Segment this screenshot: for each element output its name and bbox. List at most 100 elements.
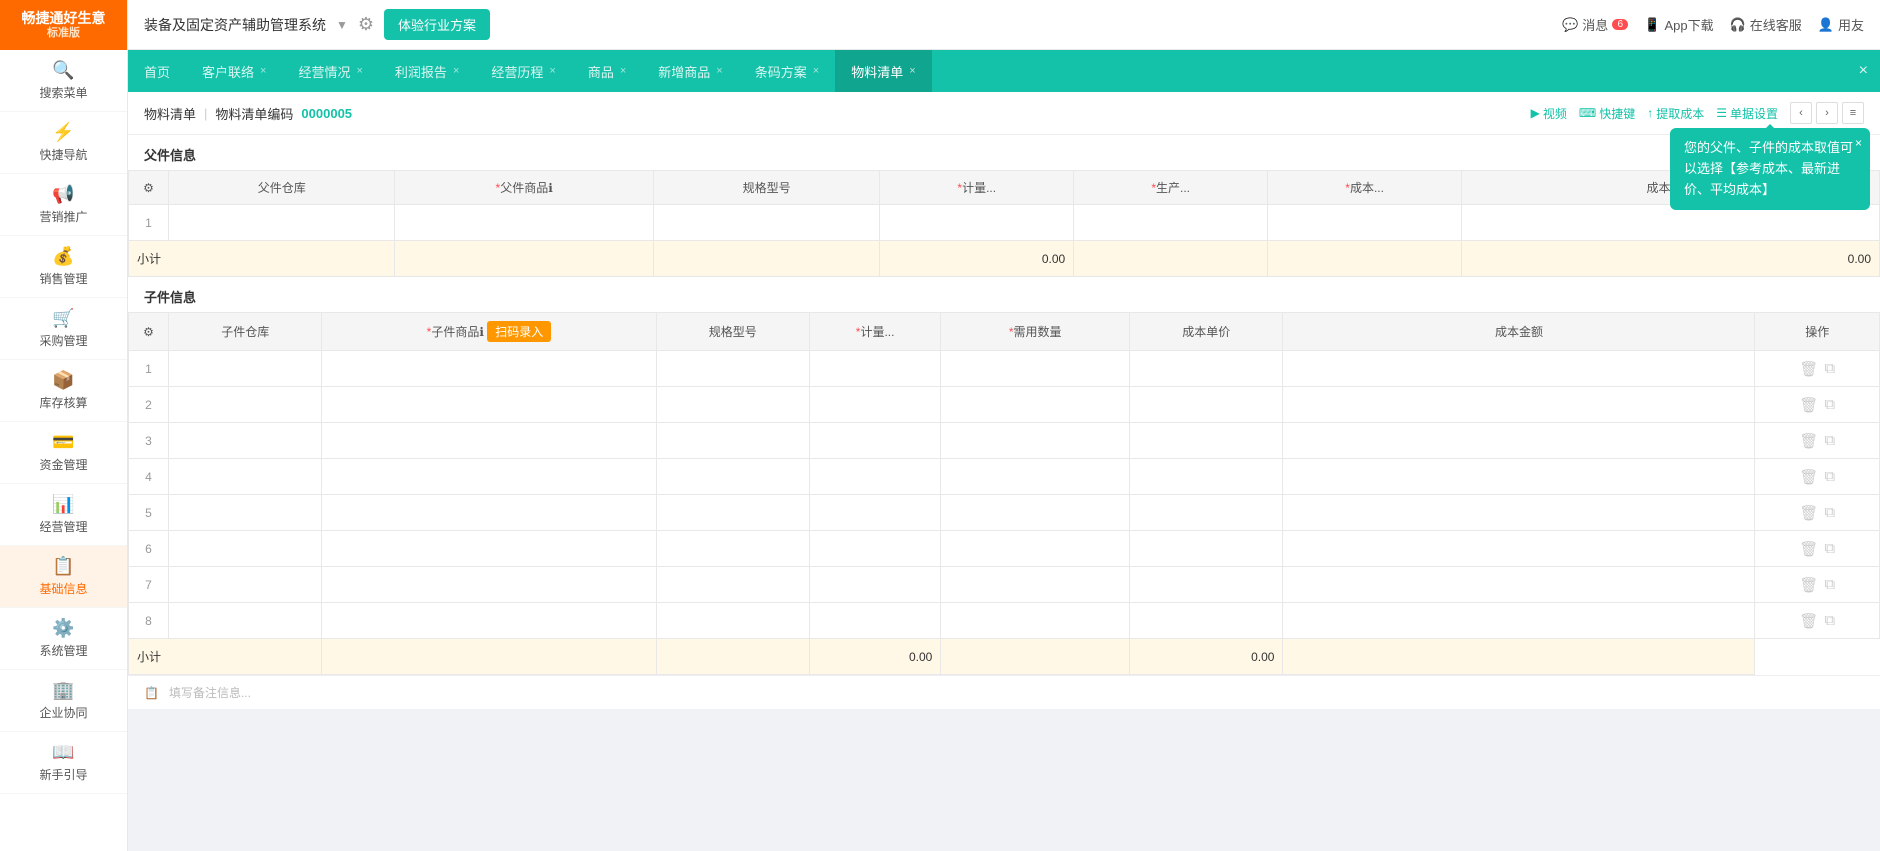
copy-icon[interactable]: ⧉ xyxy=(1824,612,1835,629)
copy-icon[interactable]: ⧉ xyxy=(1824,576,1835,593)
child-qty-cell[interactable] xyxy=(941,603,1130,639)
close-icon[interactable]: × xyxy=(260,65,266,77)
scan-button[interactable]: 扫码录入 xyxy=(487,321,551,342)
child-goods-cell[interactable] xyxy=(322,531,656,567)
child-spec-cell[interactable] xyxy=(656,495,809,531)
nav-prev-button[interactable]: ‹ xyxy=(1790,102,1812,124)
child-spec-cell[interactable] xyxy=(656,567,809,603)
delete-icon[interactable]: 🗑 xyxy=(1799,576,1818,594)
child-goods-cell[interactable] xyxy=(322,351,656,387)
child-warehouse-cell[interactable] xyxy=(169,423,322,459)
child-qty-cell[interactable] xyxy=(941,567,1130,603)
child-spec-cell[interactable] xyxy=(656,603,809,639)
child-spec-cell[interactable] xyxy=(656,423,809,459)
child-qty-cell[interactable] xyxy=(941,495,1130,531)
parent-unit-cell[interactable] xyxy=(880,205,1074,241)
user-item[interactable]: 👤 用友 xyxy=(1818,15,1864,34)
nav-next-button[interactable]: › xyxy=(1816,102,1838,124)
copy-icon[interactable]: ⧉ xyxy=(1824,504,1835,521)
action-view[interactable]: ▶ 视频 xyxy=(1531,105,1567,122)
child-goods-cell[interactable] xyxy=(322,567,656,603)
online-service-item[interactable]: 🎧 在线客服 xyxy=(1730,15,1802,34)
child-unit-cell[interactable] xyxy=(809,387,940,423)
child-warehouse-cell[interactable] xyxy=(169,351,322,387)
copy-icon[interactable]: ⧉ xyxy=(1824,468,1835,485)
child-unit-cell[interactable] xyxy=(809,495,940,531)
parent-goods-cell[interactable] xyxy=(395,205,654,241)
child-qty-cell[interactable] xyxy=(941,351,1130,387)
sidebar-item-marketing[interactable]: 📢 营销推广 xyxy=(0,174,127,236)
child-goods-cell[interactable] xyxy=(322,459,656,495)
tab-home[interactable]: 首页 xyxy=(128,50,186,92)
sidebar-item-sales[interactable]: 💰 销售管理 xyxy=(0,236,127,298)
sidebar-item-system[interactable]: ⚙️ 系统管理 xyxy=(0,608,127,670)
child-spec-cell[interactable] xyxy=(656,459,809,495)
child-unit-cost-cell[interactable] xyxy=(1130,351,1283,387)
child-unit-cost-cell[interactable] xyxy=(1130,387,1283,423)
app-download-item[interactable]: 📱 App下载 xyxy=(1644,15,1713,34)
tooltip-close-button[interactable]: × xyxy=(1855,134,1862,153)
tab-goods[interactable]: 商品 × xyxy=(572,50,642,92)
copy-icon[interactable]: ⧉ xyxy=(1824,540,1835,557)
child-goods-cell[interactable] xyxy=(322,495,656,531)
child-qty-cell[interactable] xyxy=(941,387,1130,423)
child-warehouse-cell[interactable] xyxy=(169,531,322,567)
trial-button[interactable]: 体验行业方案 xyxy=(384,9,490,40)
child-unit-cost-cell[interactable] xyxy=(1130,567,1283,603)
child-warehouse-cell[interactable] xyxy=(169,603,322,639)
message-item[interactable]: 💬 消息 6 xyxy=(1562,15,1628,34)
child-warehouse-cell[interactable] xyxy=(169,567,322,603)
sidebar-item-guide[interactable]: 📖 新手引导 xyxy=(0,732,127,794)
action-shortcut[interactable]: ⌨ 快捷键 xyxy=(1579,105,1635,122)
child-unit-cost-cell[interactable] xyxy=(1130,603,1283,639)
child-goods-cell[interactable] xyxy=(322,423,656,459)
child-spec-cell[interactable] xyxy=(656,351,809,387)
child-col-settings[interactable]: ⚙ xyxy=(129,313,169,351)
child-goods-cell[interactable] xyxy=(322,603,656,639)
child-qty-cell[interactable] xyxy=(941,423,1130,459)
close-icon[interactable]: × xyxy=(356,65,362,77)
child-qty-cell[interactable] xyxy=(941,459,1130,495)
sidebar-item-enterprise[interactable]: 🏢 企业协同 xyxy=(0,670,127,732)
close-icon[interactable]: × xyxy=(909,65,915,77)
child-goods-cell[interactable] xyxy=(322,387,656,423)
close-all-tabs[interactable]: × xyxy=(1847,62,1880,80)
sidebar-item-inventory[interactable]: 📦 库存核算 xyxy=(0,360,127,422)
child-unit-cost-cell[interactable] xyxy=(1130,495,1283,531)
delete-icon[interactable]: 🗑 xyxy=(1799,360,1818,378)
close-icon[interactable]: × xyxy=(813,65,819,77)
tab-bom[interactable]: 物料清单 × xyxy=(835,50,931,92)
delete-icon[interactable]: 🗑 xyxy=(1799,396,1818,414)
dropdown-arrow-icon[interactable]: ▼ xyxy=(336,18,348,32)
delete-icon[interactable]: 🗑 xyxy=(1799,432,1818,450)
close-icon[interactable]: × xyxy=(549,65,555,77)
settings-icon[interactable]: ⚙ xyxy=(358,14,374,35)
notes-text[interactable]: 填写备注信息... xyxy=(169,684,251,701)
tab-new-goods[interactable]: 新增商品 × xyxy=(642,50,738,92)
child-spec-cell[interactable] xyxy=(656,531,809,567)
child-warehouse-cell[interactable] xyxy=(169,459,322,495)
child-warehouse-cell[interactable] xyxy=(169,495,322,531)
parent-warehouse-cell[interactable] xyxy=(169,205,395,241)
child-unit-cell[interactable] xyxy=(809,567,940,603)
child-unit-cell[interactable] xyxy=(809,603,940,639)
child-unit-cost-cell[interactable] xyxy=(1130,423,1283,459)
child-unit-cost-cell[interactable] xyxy=(1130,459,1283,495)
close-icon[interactable]: × xyxy=(716,65,722,77)
delete-icon[interactable]: 🗑 xyxy=(1799,504,1818,522)
sidebar-item-quick-nav[interactable]: ⚡ 快捷导航 xyxy=(0,112,127,174)
sidebar-item-operations[interactable]: 📊 经营管理 xyxy=(0,484,127,546)
parent-spec-cell[interactable] xyxy=(653,205,879,241)
child-unit-cell[interactable] xyxy=(809,459,940,495)
child-unit-cost-cell[interactable] xyxy=(1130,531,1283,567)
sidebar-item-purchase[interactable]: 🛒 采购管理 xyxy=(0,298,127,360)
tab-customer[interactable]: 客户联络 × xyxy=(186,50,282,92)
sidebar-item-search[interactable]: 🔍 搜索菜单 xyxy=(0,50,127,112)
tab-history[interactable]: 经营历程 × xyxy=(475,50,571,92)
copy-icon[interactable]: ⧉ xyxy=(1824,396,1835,413)
delete-icon[interactable]: 🗑 xyxy=(1799,612,1818,630)
copy-icon[interactable]: ⧉ xyxy=(1824,432,1835,449)
child-qty-cell[interactable] xyxy=(941,531,1130,567)
tab-operations[interactable]: 经营情况 × xyxy=(282,50,378,92)
delete-icon[interactable]: 🗑 xyxy=(1799,468,1818,486)
